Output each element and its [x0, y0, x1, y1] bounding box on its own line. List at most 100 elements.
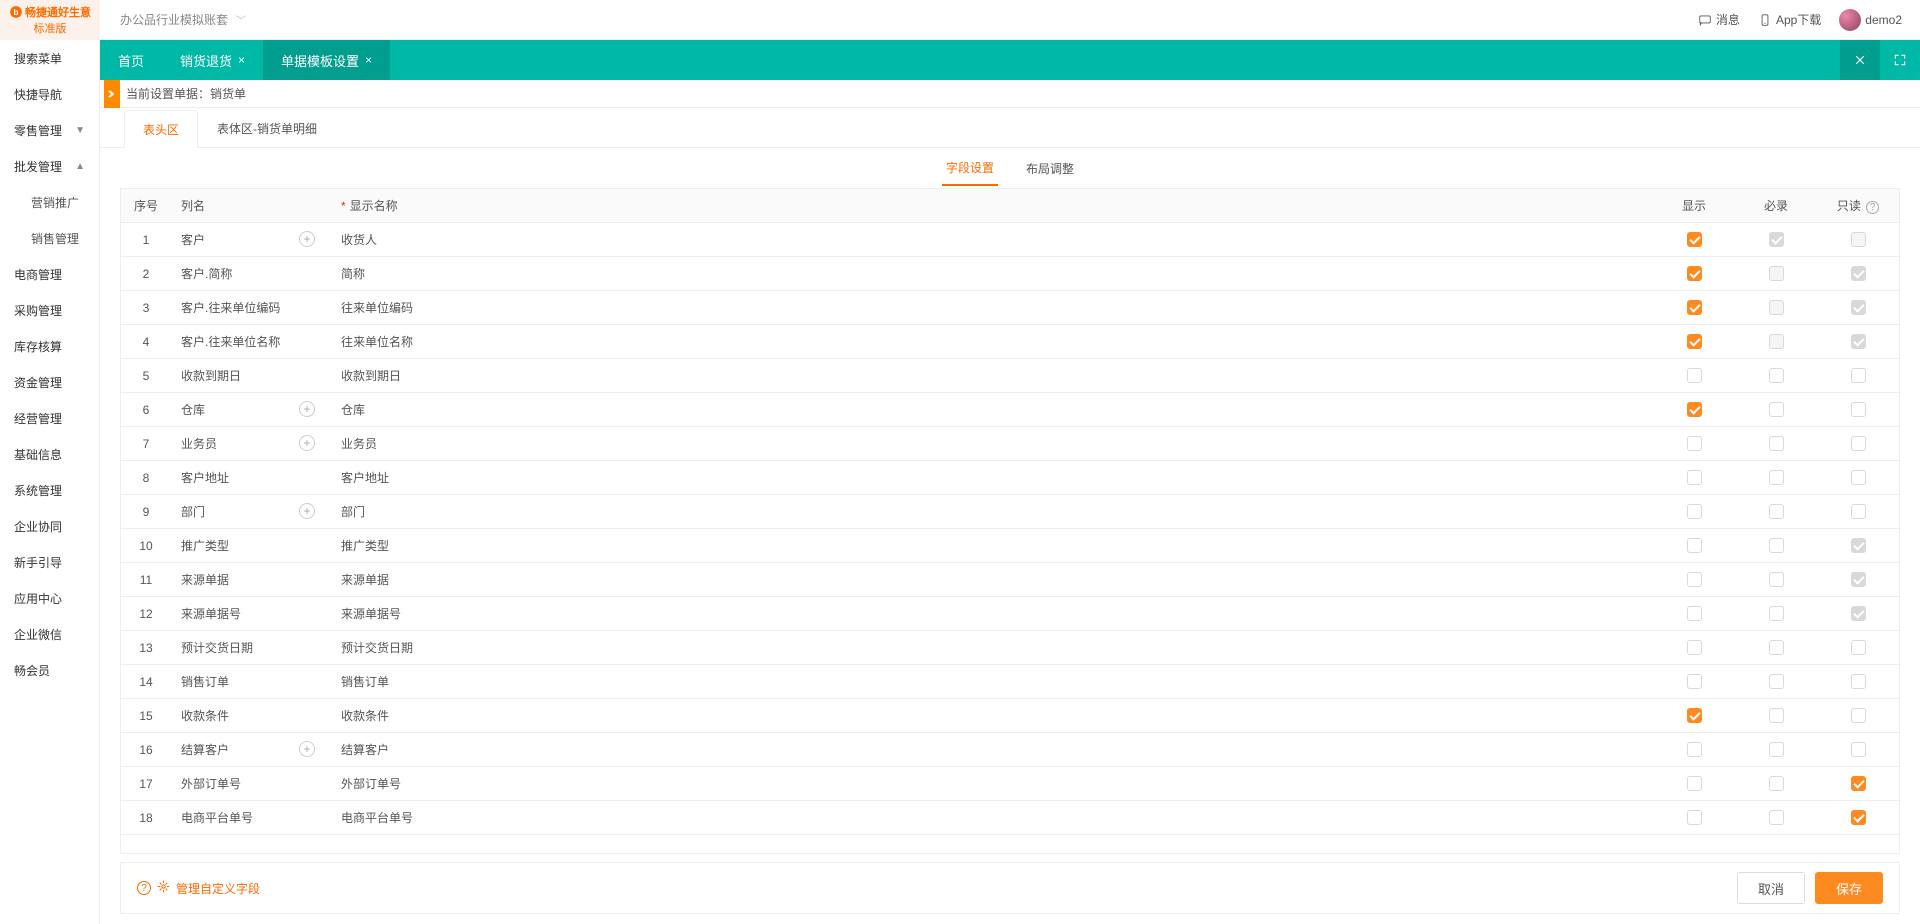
checkbox[interactable] — [1851, 742, 1866, 757]
sidebar-item-10[interactable]: 经营管理 — [0, 400, 99, 436]
checkbox[interactable] — [1687, 368, 1702, 383]
checkbox[interactable] — [1687, 504, 1702, 519]
checkbox[interactable] — [1769, 436, 1784, 451]
close-all-tabs-button[interactable] — [1840, 40, 1880, 80]
cell-display-name[interactable]: 预计交货日期 — [331, 631, 1653, 665]
messages-button[interactable]: 消息 — [1698, 11, 1740, 28]
expand-handle[interactable] — [104, 80, 120, 108]
checkbox[interactable] — [1769, 368, 1784, 383]
cell-display-name[interactable]: 来源单据 — [331, 563, 1653, 597]
cell-display-name[interactable]: 收款条件 — [331, 699, 1653, 733]
sidebar-item-8[interactable]: 库存核算 — [0, 328, 99, 364]
tab-2[interactable]: 单据模板设置× — [263, 40, 390, 80]
cell-display-name[interactable]: 往来单位名称 — [331, 325, 1653, 359]
inner-tab-0[interactable]: 表头区 — [124, 110, 198, 148]
checkbox[interactable] — [1851, 504, 1866, 519]
plus-icon[interactable]: + — [299, 401, 315, 417]
checkbox[interactable] — [1687, 538, 1702, 553]
cell-display-name[interactable]: 电商平台单号 — [331, 801, 1653, 835]
checkbox[interactable] — [1769, 708, 1784, 723]
cell-display-name[interactable]: 结算客户 — [331, 733, 1653, 767]
checkbox[interactable] — [1851, 708, 1866, 723]
checkbox[interactable] — [1687, 572, 1702, 587]
cell-display-name[interactable]: 推广类型 — [331, 529, 1653, 563]
sidebar-item-4[interactable]: 营销推广 — [0, 184, 99, 220]
sidebar-item-7[interactable]: 采购管理 — [0, 292, 99, 328]
checkbox[interactable] — [1851, 436, 1866, 451]
cell-display-name[interactable]: 业务员 — [331, 427, 1653, 461]
checkbox[interactable] — [1851, 368, 1866, 383]
checkbox[interactable] — [1851, 470, 1866, 485]
checkbox[interactable] — [1851, 810, 1866, 825]
checkbox[interactable] — [1687, 436, 1702, 451]
account-selector[interactable]: 办公品行业模拟账套 ﹀ — [120, 11, 246, 28]
plus-icon[interactable]: + — [299, 503, 315, 519]
checkbox[interactable] — [1687, 640, 1702, 655]
sidebar-item-14[interactable]: 新手引导 — [0, 544, 99, 580]
checkbox[interactable] — [1769, 742, 1784, 757]
checkbox[interactable] — [1769, 504, 1784, 519]
checkbox[interactable] — [1687, 708, 1702, 723]
checkbox[interactable] — [1769, 470, 1784, 485]
sidebar-item-1[interactable]: 快捷导航 — [0, 76, 99, 112]
checkbox[interactable] — [1687, 606, 1702, 621]
checkbox[interactable] — [1687, 334, 1702, 349]
cell-display-name[interactable]: 收货人 — [331, 223, 1653, 257]
checkbox[interactable] — [1769, 402, 1784, 417]
inner-tab-1[interactable]: 表体区-销货单明细 — [198, 109, 336, 147]
checkbox[interactable] — [1769, 538, 1784, 553]
checkbox[interactable] — [1769, 572, 1784, 587]
fullscreen-button[interactable] — [1880, 40, 1920, 80]
sub-tab-1[interactable]: 布局调整 — [1022, 152, 1078, 185]
checkbox[interactable] — [1851, 674, 1866, 689]
checkbox[interactable] — [1769, 776, 1784, 791]
sidebar-item-17[interactable]: 畅会员 — [0, 652, 99, 688]
save-button[interactable]: 保存 — [1815, 872, 1883, 904]
cell-display-name[interactable]: 部门 — [331, 495, 1653, 529]
cell-display-name[interactable]: 简称 — [331, 257, 1653, 291]
sidebar-item-13[interactable]: 企业协同 — [0, 508, 99, 544]
sidebar-item-2[interactable]: 零售管理▼ — [0, 112, 99, 148]
cell-display-name[interactable]: 外部订单号 — [331, 767, 1653, 801]
tab-0[interactable]: 首页 — [100, 40, 162, 80]
sidebar-item-9[interactable]: 资金管理 — [0, 364, 99, 400]
checkbox[interactable] — [1851, 402, 1866, 417]
cell-display-name[interactable]: 仓库 — [331, 393, 1653, 427]
plus-icon[interactable]: + — [299, 741, 315, 757]
checkbox[interactable] — [1687, 266, 1702, 281]
checkbox[interactable] — [1769, 810, 1784, 825]
cell-display-name[interactable]: 收款到期日 — [331, 359, 1653, 393]
checkbox[interactable] — [1687, 470, 1702, 485]
checkbox[interactable] — [1769, 640, 1784, 655]
checkbox[interactable] — [1687, 402, 1702, 417]
sub-tab-0[interactable]: 字段设置 — [942, 151, 998, 186]
checkbox[interactable] — [1851, 640, 1866, 655]
checkbox[interactable] — [1687, 300, 1702, 315]
sidebar-item-6[interactable]: 电商管理 — [0, 256, 99, 292]
checkbox[interactable] — [1687, 674, 1702, 689]
table-scroll[interactable]: 序号 列名 *显示名称 显示 必录 只读 ? 1客户+收货人2客户.简称简称3客… — [120, 188, 1900, 854]
checkbox[interactable] — [1851, 776, 1866, 791]
sidebar-item-3[interactable]: 批发管理▲ — [0, 148, 99, 184]
cell-display-name[interactable]: 客户地址 — [331, 461, 1653, 495]
cell-display-name[interactable]: 往来单位编码 — [331, 291, 1653, 325]
plus-icon[interactable]: + — [299, 231, 315, 247]
manage-custom-fields-link[interactable]: ? 管理自定义字段 — [137, 880, 260, 897]
cancel-button[interactable]: 取消 — [1737, 872, 1805, 904]
checkbox[interactable] — [1687, 232, 1702, 247]
checkbox[interactable] — [1687, 776, 1702, 791]
sidebar-item-11[interactable]: 基础信息 — [0, 436, 99, 472]
cell-display-name[interactable]: 销售订单 — [331, 665, 1653, 699]
checkbox[interactable] — [1687, 810, 1702, 825]
plus-icon[interactable]: + — [299, 435, 315, 451]
checkbox[interactable] — [1769, 674, 1784, 689]
close-icon[interactable]: × — [238, 53, 245, 67]
sidebar-item-15[interactable]: 应用中心 — [0, 580, 99, 616]
help-icon[interactable]: ? — [1866, 201, 1879, 214]
sidebar-item-12[interactable]: 系统管理 — [0, 472, 99, 508]
user-menu[interactable]: demo2 — [1839, 9, 1902, 31]
sidebar-item-16[interactable]: 企业微信 — [0, 616, 99, 652]
checkbox[interactable] — [1687, 742, 1702, 757]
close-icon[interactable]: × — [365, 53, 372, 67]
sidebar-item-5[interactable]: 销售管理 — [0, 220, 99, 256]
